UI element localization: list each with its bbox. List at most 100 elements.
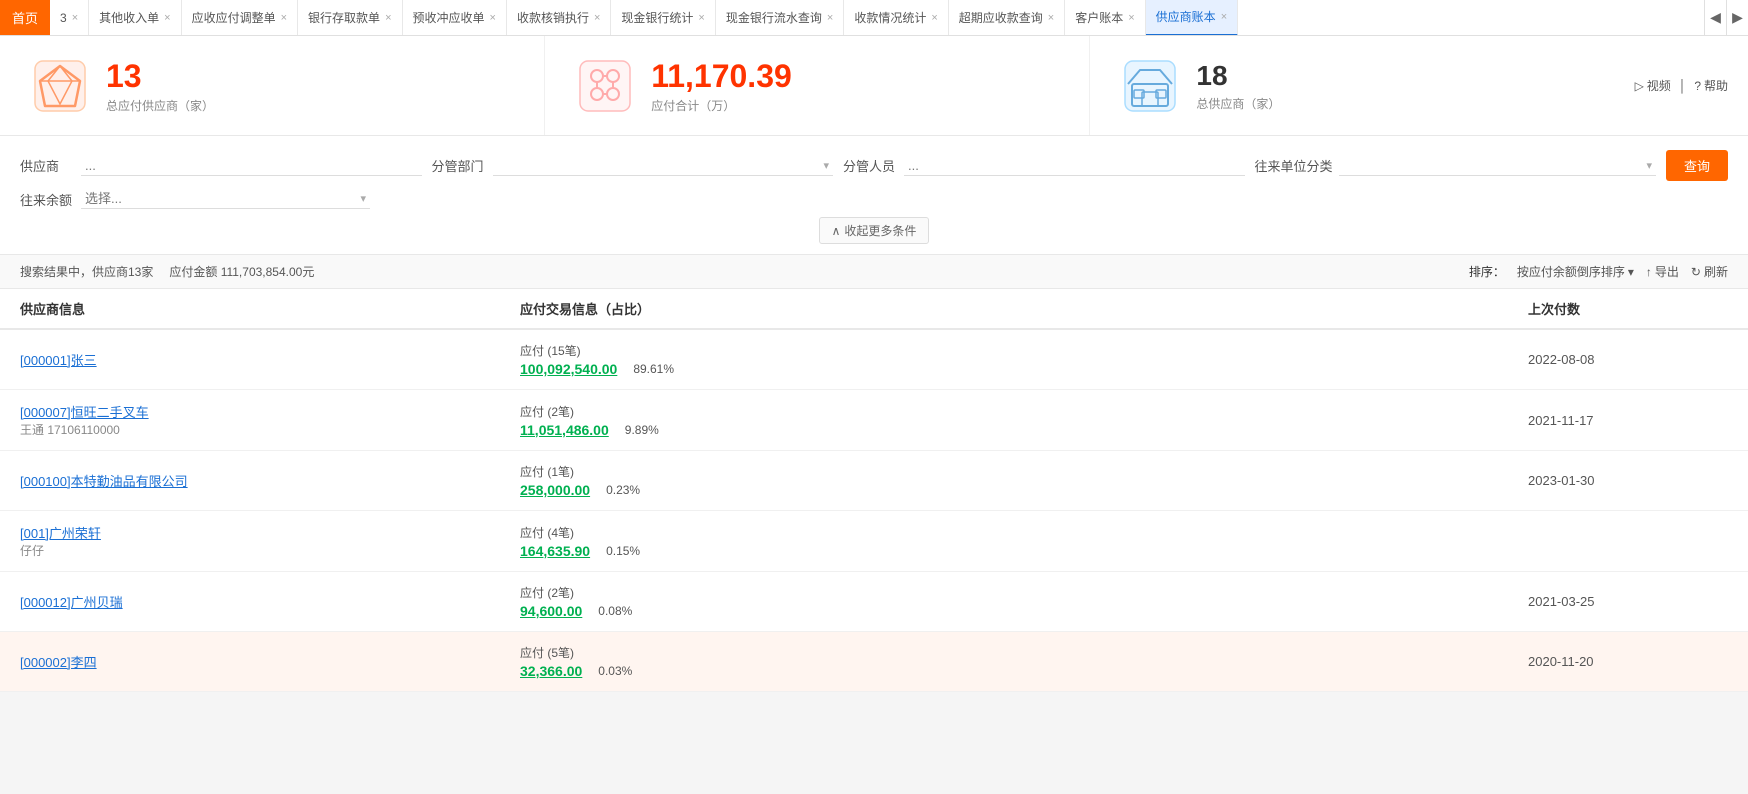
nav-tab-close[interactable]: ×: [931, 12, 937, 24]
tx-amount-link[interactable]: 258,000.00: [520, 482, 590, 498]
supplier-link[interactable]: [000002]李四: [20, 652, 520, 671]
supplier-cell: [000001]张三: [20, 350, 520, 369]
person-input-wrapper[interactable]: [904, 156, 1245, 176]
nav-tab-close[interactable]: ×: [281, 12, 287, 24]
nav-tab-3[interactable]: 3×: [50, 0, 89, 36]
tx-amount-row: 11,051,486.00 9.89%: [520, 422, 1528, 438]
supplier-link[interactable]: [000100]本特勤油品有限公司: [20, 471, 520, 490]
filter-balance: 往来余额 ▾: [20, 189, 370, 209]
dept-input-wrapper[interactable]: ▾: [493, 156, 834, 176]
nav-tab-客户账本[interactable]: 客户账本 ×: [1065, 0, 1145, 36]
nav-tab-现金银行统计[interactable]: 现金银行统计×: [611, 0, 715, 36]
tx-amount-link[interactable]: 100,092,540.00: [520, 361, 617, 377]
nav-tab-label: 超期应收款查询: [959, 9, 1043, 26]
help-link[interactable]: 帮助: [1704, 77, 1728, 94]
nav-tab-收款核销执行[interactable]: 收款核销执行 ×: [507, 0, 611, 36]
nav-tab-close[interactable]: ×: [698, 12, 704, 24]
results-bar: 搜索结果中，供应商13家 应付金额 111,703,854.00元 排序： 按应…: [0, 255, 1748, 289]
nav-next-arrow[interactable]: ▶: [1726, 0, 1748, 36]
balance-input[interactable]: [85, 191, 360, 206]
tx-label: 应付 (1笔): [520, 463, 1528, 480]
dept-dropdown-icon[interactable]: ▾: [823, 159, 829, 172]
tx-amount-link[interactable]: 11,051,486.00: [520, 422, 609, 438]
tx-label: 应付 (2笔): [520, 403, 1528, 420]
nav-tab-close[interactable]: ×: [490, 12, 496, 24]
nav-tab-应收应付调整单[interactable]: 应收应付调整单×: [182, 0, 298, 36]
tx-percent: 89.61%: [633, 362, 674, 376]
nav-tab-预收冲应收单[interactable]: 预收冲应收单 ×: [403, 0, 507, 36]
category-input-wrapper[interactable]: ▾: [1339, 156, 1656, 176]
table-row: [000002]李四 应付 (5笔) 32,366.00 0.03% 2020-…: [0, 632, 1748, 692]
nav-tab-close[interactable]: ×: [827, 12, 833, 24]
query-button[interactable]: 查询: [1666, 150, 1728, 181]
nav-tab-超期应收款查询[interactable]: 超期应收款查询 ×: [949, 0, 1065, 36]
tx-amount-row: 100,092,540.00 89.61%: [520, 361, 1528, 377]
col-lastpay-header: 上次付数: [1528, 299, 1728, 318]
supplier-input[interactable]: [85, 158, 418, 173]
stat-block-total: 18 总供应商（家）: [1090, 56, 1634, 116]
category-dropdown-icon[interactable]: ▾: [1646, 159, 1652, 172]
supplier-link[interactable]: [001]广州荣轩: [20, 523, 520, 542]
video-link[interactable]: 视频: [1647, 77, 1671, 94]
tx-amount-link[interactable]: 32,366.00: [520, 663, 582, 679]
dept-label: 分管部门: [432, 156, 487, 175]
tx-label: 应付 (2笔): [520, 584, 1528, 601]
person-input[interactable]: [908, 158, 1241, 173]
supplier-link[interactable]: [000007]恒旺二手叉车: [20, 402, 520, 421]
nav-tab-close[interactable]: ×: [385, 12, 391, 24]
table-row: [000001]张三 应付 (15笔) 100,092,540.00 89.61…: [0, 330, 1748, 390]
nav-tab-label: 3: [60, 11, 67, 25]
tx-percent: 0.15%: [606, 544, 640, 558]
dept-input[interactable]: [497, 158, 824, 173]
tx-label: 应付 (15笔): [520, 342, 1528, 359]
table-row: [000012]广州贝瑞 应付 (2笔) 94,600.00 0.08% 202…: [0, 572, 1748, 632]
nav-tab-close[interactable]: ×: [164, 12, 170, 24]
filter-supplier: 供应商: [20, 156, 422, 176]
nav-tab-close[interactable]: ×: [72, 12, 78, 24]
tx-amount-row: 32,366.00 0.03%: [520, 663, 1528, 679]
balance-input-wrapper[interactable]: ▾: [81, 189, 370, 209]
tx-amount-link[interactable]: 94,600.00: [520, 603, 582, 619]
nav-prev-arrow[interactable]: ◀: [1704, 0, 1726, 36]
tx-cell: 应付 (5笔) 32,366.00 0.03%: [520, 644, 1528, 679]
tx-info: 应付 (5笔) 32,366.00 0.03%: [520, 644, 1528, 679]
balance-dropdown-icon[interactable]: ▾: [360, 192, 366, 205]
divider: │: [1679, 79, 1687, 93]
supplier-link[interactable]: [000012]广州贝瑞: [20, 592, 520, 611]
nav-tab-label: 预收冲应收单: [413, 9, 485, 26]
nav-tab-现金银行流水查询[interactable]: 现金银行流水查询×: [716, 0, 844, 36]
category-input[interactable]: [1343, 158, 1647, 173]
stat-value-suppliers: 13: [106, 57, 214, 95]
nav-tab-收款情况统计[interactable]: 收款情况统计 ×: [844, 0, 948, 36]
nav-tab-close[interactable]: ×: [1128, 12, 1134, 24]
stat-info-suppliers: 13 总应付供应商（家）: [106, 57, 214, 114]
supplier-input-wrapper[interactable]: [81, 156, 422, 176]
filter-category: 往来单位分类 ▾: [1255, 156, 1657, 176]
nav-tab-close[interactable]: ×: [594, 12, 600, 24]
nav-tab-供应商账本[interactable]: 供应商账本×: [1146, 0, 1238, 36]
nav-tab-label: 收款情况统计: [854, 9, 926, 26]
collapse-button[interactable]: ∧ 收起更多条件: [819, 217, 930, 244]
export-button[interactable]: ↑ 导出: [1646, 263, 1679, 280]
table-row: [000007]恒旺二手叉车王通 17106110000 应付 (2笔) 11,…: [0, 390, 1748, 451]
col-supplier-header: 供应商信息: [20, 299, 520, 318]
balance-label: 往来余额: [20, 190, 75, 209]
tx-info: 应付 (15笔) 100,092,540.00 89.61%: [520, 342, 1528, 377]
stat-info-total: 18 总供应商（家）: [1196, 59, 1280, 112]
nav-tab-label: 客户账本: [1075, 9, 1123, 26]
table-body: [000001]张三 应付 (15笔) 100,092,540.00 89.61…: [0, 330, 1748, 692]
nav-tab-其他收入单[interactable]: 其他收入单×: [89, 0, 181, 36]
refresh-button[interactable]: ↻ 刷新: [1691, 263, 1728, 280]
supplier-label: 供应商: [20, 156, 75, 175]
sort-select[interactable]: 按应付余额倒序排序 ▾: [1517, 263, 1634, 280]
tx-cell: 应付 (4笔) 164,635.90 0.15%: [520, 524, 1528, 559]
nav-tab-银行存取款单[interactable]: 银行存取款单×: [298, 0, 402, 36]
tx-percent: 9.89%: [625, 423, 659, 437]
video-icon: ▷: [1635, 79, 1644, 93]
supplier-link[interactable]: [000001]张三: [20, 350, 520, 369]
tx-amount-link[interactable]: 164,635.90: [520, 543, 590, 559]
nav-tab-close[interactable]: ×: [1221, 11, 1227, 23]
home-tab[interactable]: 首页: [0, 0, 50, 36]
nav-tab-label: 收款核销执行: [517, 9, 589, 26]
nav-tab-close[interactable]: ×: [1048, 12, 1054, 24]
